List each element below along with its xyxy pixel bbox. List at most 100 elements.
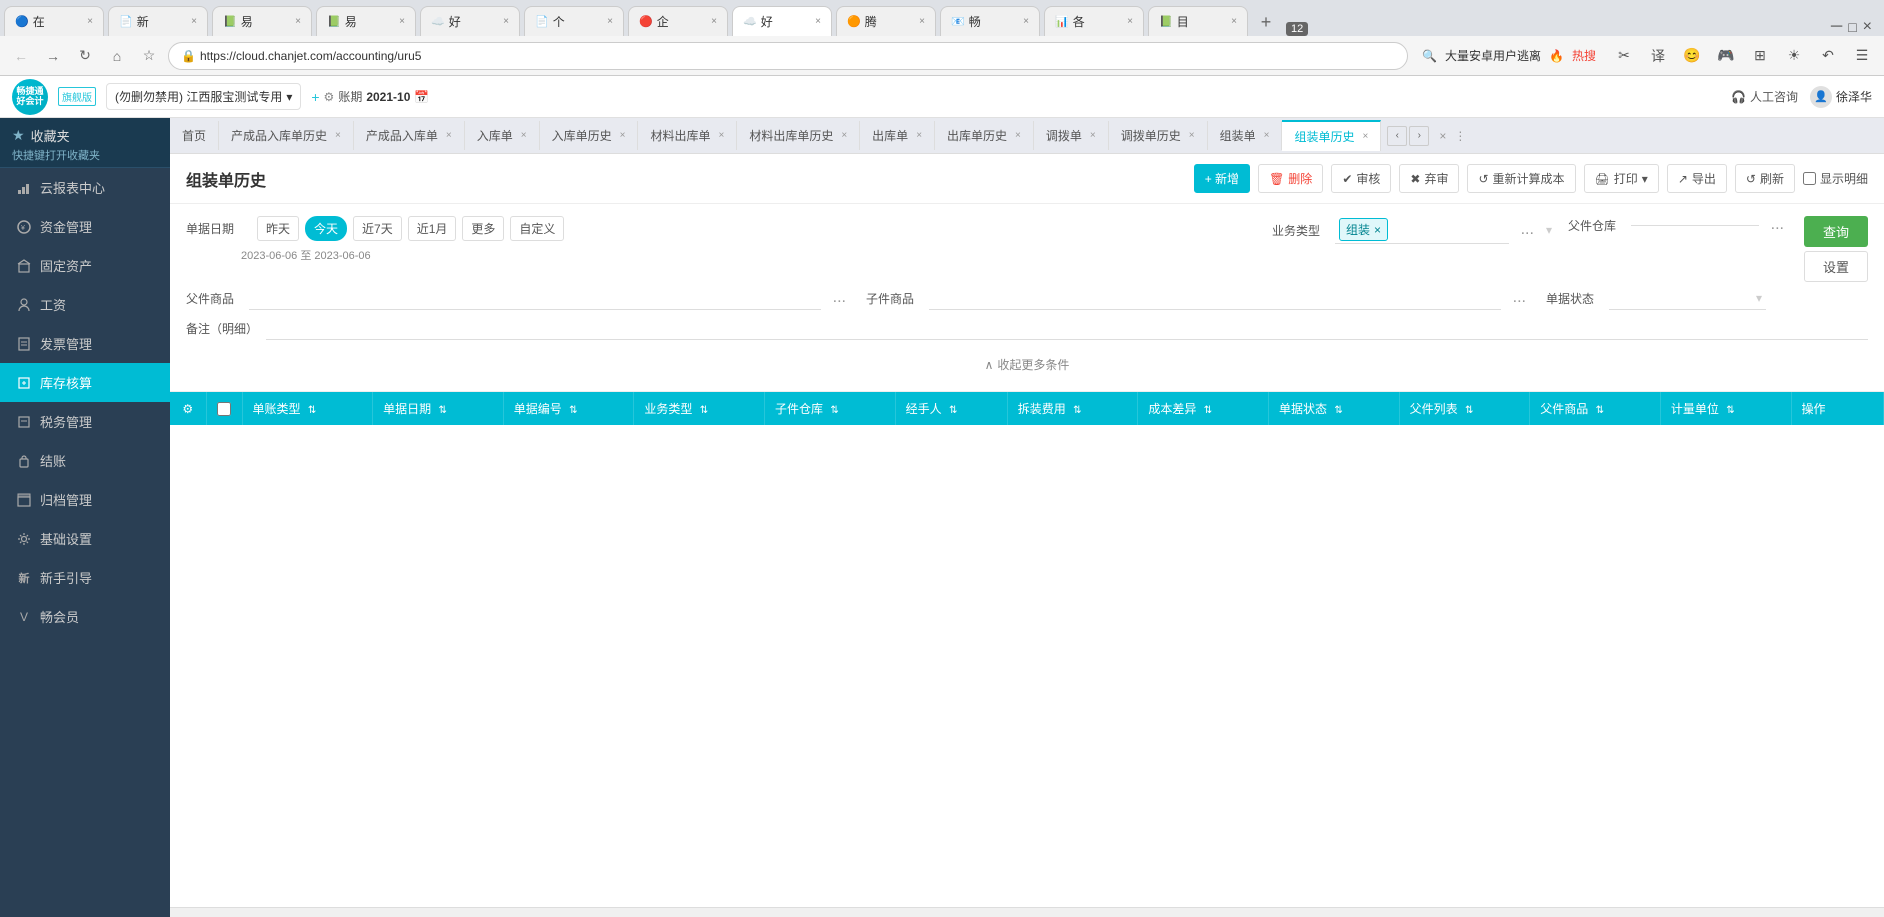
delete-button[interactable]: 🗑 删除 [1258,164,1323,193]
sidebar-item-archive[interactable]: 归档管理 [0,480,170,519]
date-custom-btn[interactable]: 自定义 [510,216,564,241]
order-status-dropdown-icon[interactable]: ▾ [1756,291,1762,305]
date-yesterday-btn[interactable]: 昨天 [257,216,299,241]
col-unit[interactable]: 计量单位 ⇅ [1660,392,1791,425]
forward-button[interactable]: → [40,43,66,69]
content-tab-material-out[interactable]: 材料出库单 × [638,121,737,150]
sidebar-item-cloud-report[interactable]: 云报表中心 [0,168,170,207]
sidebar-item-fund[interactable]: ¥ 资金管理 [0,207,170,246]
content-tab-out[interactable]: 出库单 × [860,121,935,150]
browser-tab-3[interactable]: 📗 易 × [212,6,312,36]
parent-warehouse-more-btn[interactable]: ... [1767,216,1788,234]
content-tab-out-history[interactable]: 出库单历史 × [935,121,1034,150]
col-order-no[interactable]: 单据编号 ⇅ [503,392,634,425]
browser-tab-6[interactable]: 📄 个 × [524,6,624,36]
tab-8-close-icon[interactable]: × [815,16,821,27]
child-goods-more-btn[interactable]: ... [1509,289,1530,307]
add-button[interactable]: + 新增 [1194,164,1250,193]
col-checkbox[interactable] [206,392,242,425]
bookmark-button[interactable]: ☆ [136,43,162,69]
tab-9-close-icon[interactable]: × [919,16,925,27]
home-button[interactable]: ⌂ [104,43,130,69]
grid-btn[interactable]: ⊞ [1746,42,1774,70]
tab-1-close-icon[interactable]: × [87,16,93,27]
col-handler[interactable]: 经手人 ⇅ [895,392,1007,425]
tab-5-close-icon[interactable]: × [503,16,509,27]
col-child-warehouse[interactable]: 子件仓库 ⇅ [765,392,896,425]
content-tab-out-history-close[interactable]: × [1015,130,1021,141]
export-button[interactable]: ↗ 导出 [1667,164,1727,193]
date-more-btn[interactable]: 更多 [462,216,504,241]
content-tab-stock-in-history-close[interactable]: × [620,130,626,141]
back-button[interactable]: ← [8,43,34,69]
company-selector[interactable]: (勿删勿禁用) 江西服宝测试专用 ▾ [106,83,301,110]
display-detail-label[interactable]: 显示明细 [1803,170,1868,187]
audit-button[interactable]: ✔ 审核 [1331,164,1391,193]
col-parent-list[interactable]: 父件列表 ⇅ [1399,392,1530,425]
tab-3-close-icon[interactable]: × [295,16,301,27]
browser-tab-5[interactable]: ☁️ 好 × [420,6,520,36]
business-type-more-btn[interactable]: ... [1517,221,1538,239]
browser-tab-2[interactable]: 📄 新 × [108,6,208,36]
sidebar-item-basic-settings[interactable]: 基础设置 [0,519,170,558]
tab-next-button[interactable]: › [1409,126,1429,146]
content-tab-assemble-history-close[interactable]: × [1362,131,1368,142]
content-tab-stock-in[interactable]: 入库单 × [465,121,540,150]
browser-tab-1[interactable]: 🔵 在 × [4,6,104,36]
parent-goods-more-btn[interactable]: ... [829,289,850,307]
select-all-checkbox[interactable] [217,402,231,416]
translate-btn[interactable]: 译 [1644,42,1672,70]
tab-4-close-icon[interactable]: × [399,16,405,27]
content-tab-stock-in-history[interactable]: 入库单历史 × [540,121,639,150]
abandon-button[interactable]: ✖ 弃审 [1399,164,1459,193]
tab-11-close-icon[interactable]: × [1127,16,1133,27]
content-tab-transfer-history-close[interactable]: × [1189,130,1195,141]
content-tab-home[interactable]: 首页 [170,121,219,150]
recalc-button[interactable]: ↺ 重新计算成本 [1467,164,1575,193]
close-window-button[interactable]: × [1863,18,1872,36]
col-order-date[interactable]: 单据日期 ⇅ [373,392,504,425]
emoji-btn[interactable]: 😊 [1678,42,1706,70]
cut-tool-btn[interactable]: ✂ [1610,42,1638,70]
content-tab-transfer[interactable]: 调拨单 × [1034,121,1109,150]
set-button[interactable]: 设置 [1804,251,1868,282]
col-business-type[interactable]: 业务类型 ⇅ [634,392,765,425]
col-disassemble-fee[interactable]: 拆装费用 ⇅ [1007,392,1138,425]
content-tab-transfer-history[interactable]: 调拨单历史 × [1109,121,1208,150]
favorites-title-row[interactable]: ★ 收藏夹 [12,126,158,145]
reload-button[interactable]: ↻ [72,43,98,69]
col-gear[interactable]: ⚙ [170,392,206,425]
content-tab-produce-in-close[interactable]: × [446,130,452,141]
horizontal-scrollbar[interactable] [170,907,1884,917]
browser-tab-10[interactable]: 📧 畅 × [940,6,1040,36]
content-tab-produce-in-history[interactable]: 产成品入库单历史 × [219,121,354,150]
col-cost-diff[interactable]: 成本差异 ⇅ [1138,392,1269,425]
content-tab-out-close[interactable]: × [916,130,922,141]
tab-more-icon[interactable]: ⋮ [1450,129,1470,143]
content-tab-material-out-history[interactable]: 材料出库单历史 × [737,121,860,150]
tab-6-close-icon[interactable]: × [607,16,613,27]
tab-12-close-icon[interactable]: × [1231,16,1237,27]
content-tab-material-out-close[interactable]: × [718,130,724,141]
new-tab-button[interactable]: + [1252,8,1280,36]
content-tab-stock-in-close[interactable]: × [521,130,527,141]
sidebar-item-inventory[interactable]: 库存核算 [0,363,170,402]
browser-tab-8[interactable]: ☁️ 好 × [732,6,832,36]
col-order-type[interactable]: 单账类型 ⇅ [242,392,373,425]
business-type-dropdown-icon[interactable]: ▾ [1546,223,1552,237]
content-tab-transfer-close[interactable]: × [1090,130,1096,141]
sidebar-item-guide[interactable]: 新 新手引导 [0,558,170,597]
collapse-button[interactable]: ∧ 收起更多条件 [979,350,1076,379]
content-tab-produce-in[interactable]: 产成品入库单 × [354,121,465,150]
undo-btn[interactable]: ↶ [1814,42,1842,70]
sidebar-item-close-account[interactable]: 结账 [0,441,170,480]
content-tab-assemble[interactable]: 组装单 × [1208,121,1283,150]
print-button[interactable]: 🖨 打印 ▾ [1584,164,1659,193]
sidebar-item-fixed-assets[interactable]: 固定资产 [0,246,170,285]
tab-close-all-button[interactable]: × [1435,129,1450,143]
tab-prev-button[interactable]: ‹ [1387,126,1407,146]
tab-2-close-icon[interactable]: × [191,16,197,27]
tab-7-close-icon[interactable]: × [711,16,717,27]
browser-tab-11[interactable]: 📊 各 × [1044,6,1144,36]
date-1month-btn[interactable]: 近1月 [408,216,457,241]
